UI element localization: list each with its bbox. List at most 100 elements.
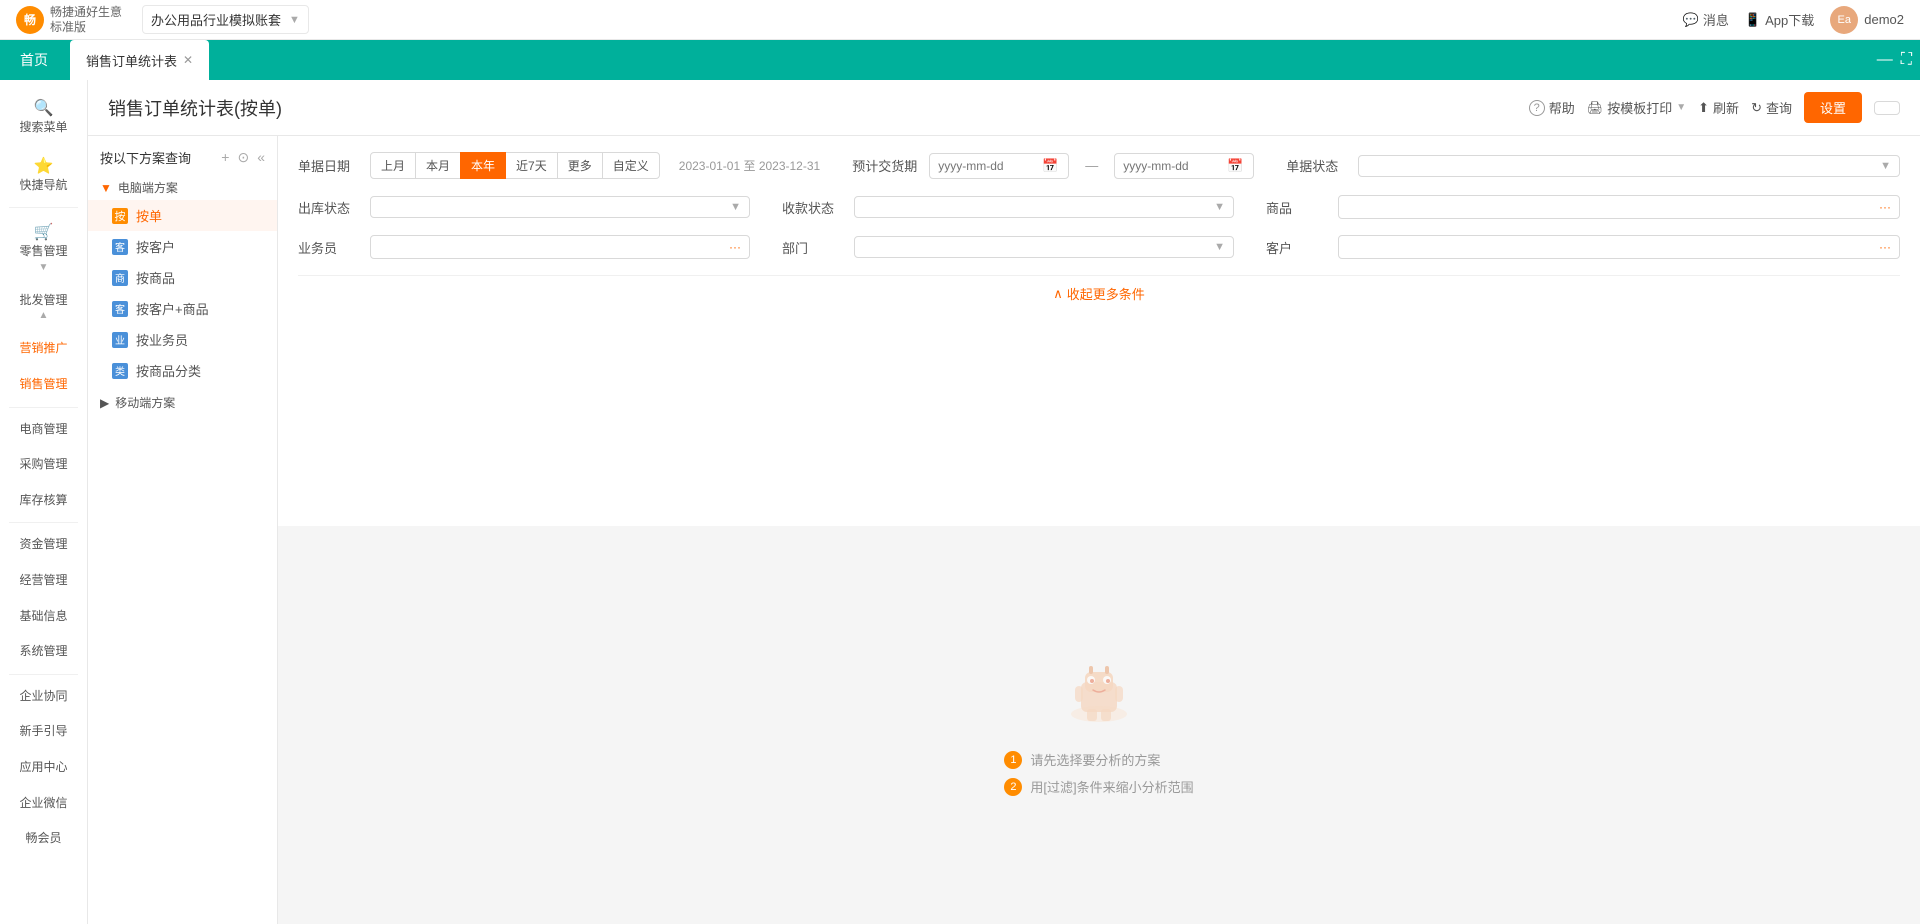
sidebar-item-purchase[interactable]: 采购管理: [0, 447, 87, 483]
scheme-panel: 按以下方案查询 + ⊙ « ▼ 电脑端方案 按 按单: [88, 136, 278, 924]
workspace-selector[interactable]: 办公用品行业模拟账套 ▼: [142, 5, 309, 34]
wholesale-arrow: ▲: [39, 310, 49, 321]
settings-btn[interactable]: [1874, 101, 1900, 115]
expected-delivery-from-input[interactable]: [938, 159, 1038, 173]
tab-bar-actions: — ⛶: [1877, 51, 1920, 69]
payment-status-select[interactable]: ▼: [854, 196, 1234, 218]
tab-home[interactable]: 首页: [0, 40, 68, 80]
scheme-item-label-by-cp: 按客户+商品: [136, 299, 209, 318]
sidebar-item-quick-nav[interactable]: ⭐ 快捷导航: [0, 146, 87, 204]
date-btn-this-year[interactable]: 本年: [460, 152, 506, 179]
window-minimize-btn[interactable]: —: [1877, 51, 1893, 69]
sidebar-corp-agreement-label: 企业协同: [19, 689, 67, 705]
sidebar-item-basic-info[interactable]: 基础信息: [0, 599, 87, 635]
sidebar-item-inventory[interactable]: 库存核算: [0, 483, 87, 519]
sidebar-item-sales[interactable]: 销售管理: [0, 367, 87, 403]
expected-delivery-from[interactable]: 📅: [929, 153, 1069, 179]
date-btn-more[interactable]: 更多: [557, 152, 603, 179]
customer-input[interactable]: ···: [1338, 235, 1900, 259]
scheme-item-label-by-customer: 按客户: [136, 237, 175, 256]
sidebar-item-ecommerce[interactable]: 电商管理: [0, 412, 87, 448]
tab-sales-order-stats[interactable]: 销售订单统计表 ✕: [70, 40, 209, 80]
top-bar: 畅 畅捷通好生意 标准版 办公用品行业模拟账套 ▼ 💬 消息 📱 App下载 E…: [0, 0, 1920, 40]
sidebar-item-finance[interactable]: 资金管理: [0, 527, 87, 563]
scheme-section-mobile[interactable]: ▶ 移动端方案: [88, 390, 277, 415]
sidebar-divider-1: [9, 207, 79, 208]
scheme-item-by-customer-product[interactable]: 客 按客户+商品: [88, 293, 277, 324]
sidebar-item-sys-mgmt[interactable]: 系统管理: [0, 634, 87, 670]
sidebar-item-retail[interactable]: 🛒 零售管理 ▼: [0, 212, 87, 283]
tip-1-text: 请先选择要分析的方案: [1030, 750, 1160, 769]
scheme-section-pc[interactable]: ▼ 电脑端方案: [88, 175, 277, 200]
salesperson-more-btn[interactable]: ···: [729, 240, 741, 254]
app-download-btn[interactable]: 📱 App下载: [1745, 10, 1814, 29]
bill-status-arrow: ▼: [1880, 160, 1891, 172]
refresh-label: 查询: [1766, 98, 1792, 117]
message-label: 消息: [1703, 10, 1729, 29]
refresh-btn[interactable]: ↻ 查询: [1751, 98, 1792, 117]
retail-arrow: ▼: [39, 262, 49, 273]
scheme-item-icon-by-category: 类: [112, 363, 128, 379]
date-btn-last-month[interactable]: 上月: [370, 152, 416, 179]
sidebar-item-wholesale[interactable]: 批发管理 ▲: [0, 283, 87, 332]
user-name: demo2: [1864, 12, 1904, 27]
product-input[interactable]: ···: [1338, 195, 1900, 219]
customer-more-btn[interactable]: ···: [1879, 240, 1891, 254]
delivery-status-select[interactable]: ▼: [370, 196, 750, 218]
sidebar-item-corp-agreement[interactable]: 企业协同: [0, 679, 87, 715]
sidebar-item-corp-wechat[interactable]: 企业微信: [0, 786, 87, 822]
date-btn-last-7d[interactable]: 近7天: [505, 152, 558, 179]
filter-row-1: 单据日期 上月 本月 本年 近7天 更多 自定义 2023-01-01 至 20…: [298, 152, 1900, 179]
scheme-item-by-customer[interactable]: 客 按客户: [88, 231, 277, 262]
scheme-item-by-product[interactable]: 商 按商品: [88, 262, 277, 293]
tab-close-btn[interactable]: ✕: [183, 53, 193, 67]
refresh-icon: ↻: [1751, 100, 1762, 116]
export-btn[interactable]: ⬆ 刷新: [1698, 98, 1739, 117]
scheme-section-label: 电脑端方案: [118, 179, 178, 196]
help-btn[interactable]: ? 帮助: [1529, 98, 1575, 117]
empty-tips: 1 请先选择要分析的方案 2 用[过滤]条件来缩小分析范围: [1004, 750, 1193, 796]
sidebar-item-app-center[interactable]: 应用中心: [0, 750, 87, 786]
scheme-item-label-by-order: 按单: [136, 206, 162, 225]
expected-delivery-to[interactable]: 📅: [1114, 153, 1254, 179]
message-btn[interactable]: 💬 消息: [1683, 10, 1729, 29]
sidebar-app-center-label: 应用中心: [19, 760, 67, 776]
template-print-arrow: ▼: [1676, 102, 1686, 113]
collapse-conditions-btn[interactable]: ∧ 收起更多条件: [1053, 284, 1145, 303]
user-area[interactable]: Ea demo2: [1830, 6, 1904, 34]
scheme-add-btn[interactable]: +: [221, 149, 229, 166]
scheme-collapse-btn[interactable]: «: [257, 149, 265, 166]
scheme-edit-btn[interactable]: ⊙: [237, 149, 249, 166]
bill-date-label: 单据日期: [298, 156, 358, 175]
help-icon: ?: [1529, 100, 1545, 116]
scheme-item-label-by-salesperson: 按业务员: [136, 330, 188, 349]
product-more-btn[interactable]: ···: [1879, 200, 1891, 214]
window-maximize-btn[interactable]: ⛶: [1901, 51, 1912, 69]
date-btn-custom[interactable]: 自定义: [602, 152, 660, 179]
tab-bar: 首页 销售订单统计表 ✕ — ⛶: [0, 40, 1920, 80]
sidebar-item-new-guide[interactable]: 新手引导: [0, 714, 87, 750]
scheme-item-by-category[interactable]: 类 按商品分类: [88, 355, 277, 386]
scheme-item-by-order[interactable]: 按 按单: [88, 200, 277, 231]
sidebar-item-member[interactable]: 畅会员: [0, 821, 87, 857]
filter-area: 单据日期 上月 本月 本年 近7天 更多 自定义 2023-01-01 至 20…: [278, 136, 1920, 526]
logo-area: 畅 畅捷通好生意 标准版: [16, 5, 122, 34]
expected-delivery-to-input[interactable]: [1123, 159, 1223, 173]
sidebar-item-search[interactable]: 🔍 搜索菜单: [0, 88, 87, 146]
top-bar-right: 💬 消息 📱 App下载 Ea demo2: [1683, 6, 1904, 34]
date-btn-this-month[interactable]: 本月: [415, 152, 461, 179]
sidebar-item-marketing[interactable]: 营销推广: [0, 331, 87, 367]
user-avatar: Ea: [1830, 6, 1858, 34]
sidebar-new-guide-label: 新手引导: [19, 724, 67, 740]
query-btn[interactable]: 设置: [1804, 92, 1862, 123]
scheme-panel-title: 按以下方案查询: [100, 148, 191, 167]
sidebar-item-operations[interactable]: 经营管理: [0, 563, 87, 599]
scheme-item-by-salesperson[interactable]: 业 按业务员: [88, 324, 277, 355]
salesperson-input[interactable]: ···: [370, 235, 750, 259]
empty-illustration: [1059, 654, 1139, 734]
sidebar-marketing-label: 营销推广: [19, 341, 67, 357]
bill-status-select[interactable]: ▼: [1358, 155, 1900, 177]
main-layout: 🔍 搜索菜单 ⭐ 快捷导航 🛒 零售管理 ▼ 批发管理 ▲ 营销推广 销售管理 …: [0, 80, 1920, 924]
department-select[interactable]: ▼: [854, 236, 1234, 258]
template-print-btn[interactable]: 🖨 按模板打印 ▼: [1587, 98, 1686, 117]
